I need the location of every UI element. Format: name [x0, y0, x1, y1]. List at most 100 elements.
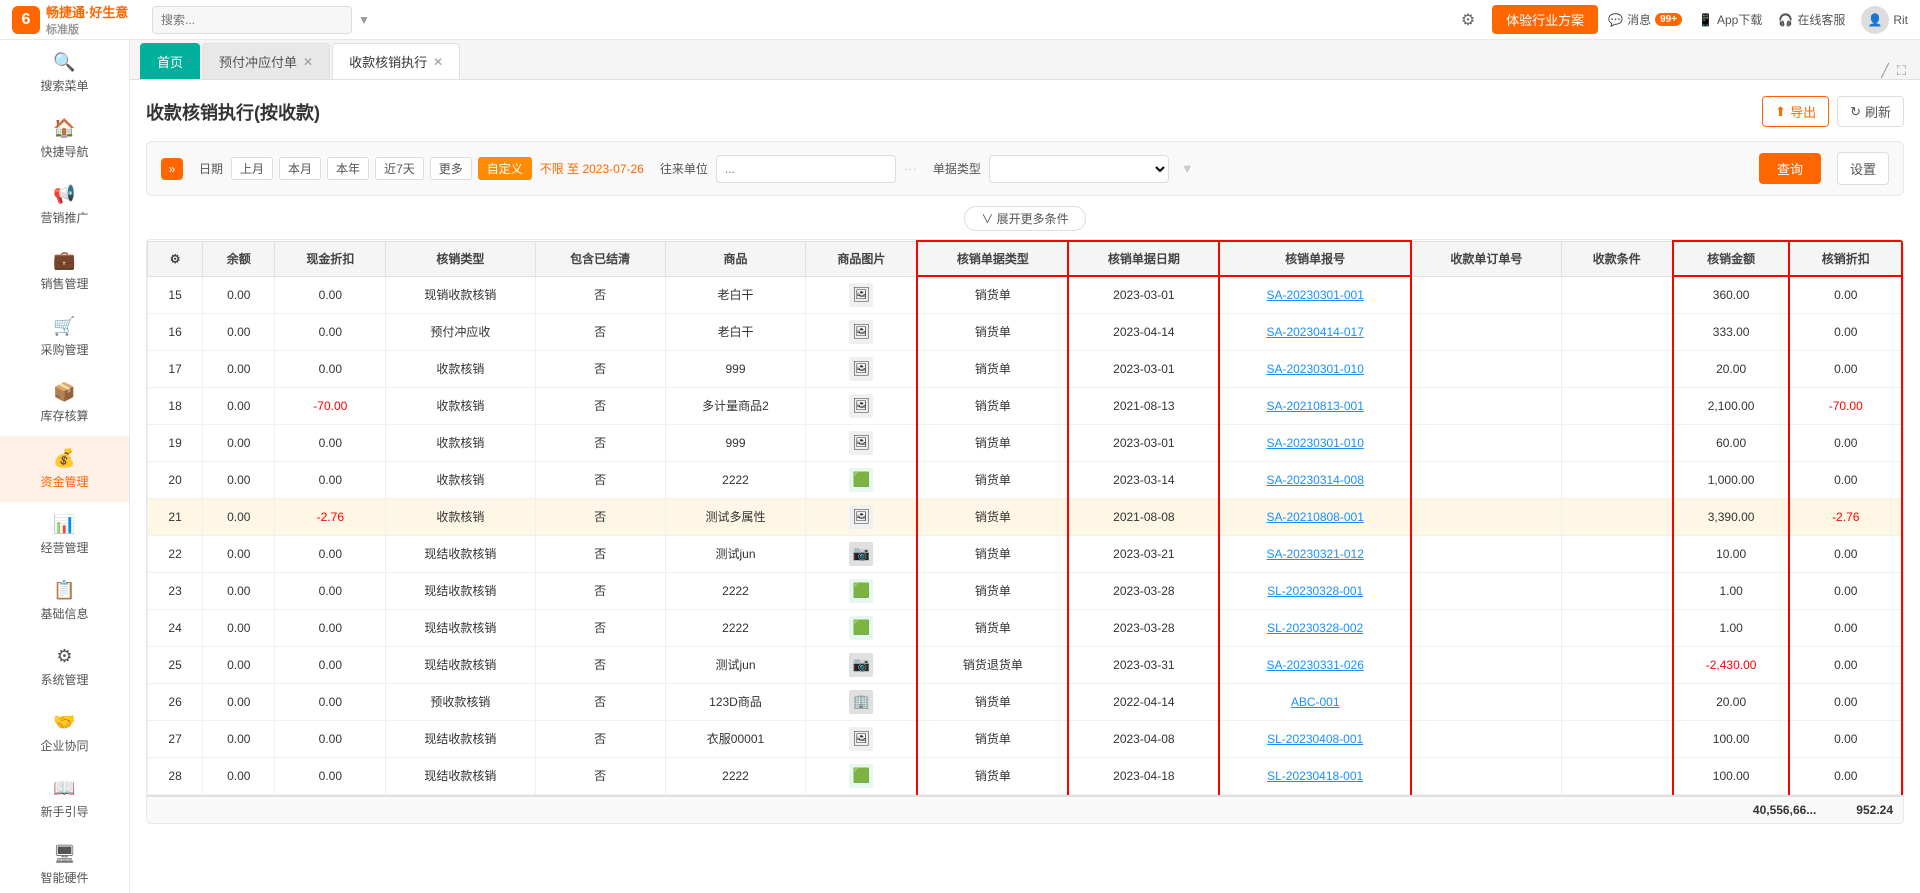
date-btn-more[interactable]: 更多	[430, 157, 472, 180]
tab-receipt[interactable]: 收款核销执行 ✕	[332, 43, 460, 79]
cell-goods-img: 🖼	[806, 387, 918, 424]
finance-icon: 💰	[53, 448, 75, 469]
gear-button[interactable]: ⚙	[1454, 6, 1482, 34]
cell-verify-type: 预收款核销	[386, 683, 535, 720]
cell-receipt-order-no	[1411, 461, 1561, 498]
table-wrap: ⚙ 余额 现金折扣 核销类型 包含已结清 商品 商品图片 核销单据类型 核销单据…	[146, 239, 1904, 824]
sidebar-label-sales: 销售管理	[40, 275, 88, 292]
cell-cash-discount: 0.00	[275, 535, 386, 572]
cell-verify-doc-no[interactable]: SA-20230314-008	[1219, 461, 1411, 498]
cell-goods-img: 📷	[806, 535, 918, 572]
cell-include-settled: 否	[535, 572, 665, 609]
sidebar-item-system[interactable]: ⚙ 系统管理	[0, 634, 129, 700]
refresh-button[interactable]: ↻ 刷新	[1837, 96, 1904, 127]
home-icon: 🏠	[53, 118, 75, 139]
cell-verify-discount: 0.00	[1789, 350, 1902, 387]
cell-include-settled: 否	[535, 424, 665, 461]
col-header-goods: 商品	[665, 241, 806, 276]
cell-id: 28	[148, 757, 203, 794]
sidebar-item-operation[interactable]: 📊 经营管理	[0, 502, 129, 568]
cell-verify-doc-no[interactable]: SL-20230328-001	[1219, 572, 1411, 609]
partner-input[interactable]	[716, 155, 896, 183]
logo-text-block: 畅捷通·好生意 标准版	[46, 2, 128, 37]
cell-verify-doc-type: 销货单	[917, 461, 1068, 498]
industry-btn[interactable]: 体验行业方案	[1492, 5, 1598, 34]
user-item[interactable]: 👤 Rit	[1861, 6, 1908, 34]
cell-verify-amount: 10.00	[1673, 535, 1790, 572]
cell-cash-discount: 0.00	[275, 350, 386, 387]
search-input[interactable]	[152, 6, 352, 34]
cell-id: 16	[148, 313, 203, 350]
sidebar-item-basic[interactable]: 📋 基础信息	[0, 568, 129, 634]
cell-verify-doc-no[interactable]: ABC-001	[1219, 683, 1411, 720]
col-header-verify-doc-no: 核销单报号	[1219, 241, 1411, 276]
cell-balance: 0.00	[203, 276, 275, 313]
cell-verify-amount: 1.00	[1673, 572, 1790, 609]
tab-home[interactable]: 首页	[140, 43, 200, 79]
cell-verify-doc-no[interactable]: SA-20230301-010	[1219, 424, 1411, 461]
sidebar-item-guide[interactable]: 📖 新手引导	[0, 766, 129, 832]
sidebar-item-hardware[interactable]: 🖥 智能硬件	[0, 832, 129, 893]
cell-id: 18	[148, 387, 203, 424]
online-service-item[interactable]: 🎧 在线客服	[1778, 11, 1845, 28]
export-button[interactable]: ⬆ 导出	[1762, 96, 1829, 127]
basic-icon: 📋	[53, 580, 75, 601]
expand-more-button[interactable]: ∨ 展开更多条件	[964, 206, 1085, 231]
cell-verify-doc-no[interactable]: SA-20230321-012	[1219, 535, 1411, 572]
cell-receipt-order-no	[1411, 276, 1561, 313]
window-expand[interactable]: ⛶	[1897, 63, 1906, 79]
settings-button[interactable]: 设置	[1837, 152, 1889, 185]
cell-verify-doc-no[interactable]: SL-20230408-001	[1219, 720, 1411, 757]
sidebar-item-search[interactable]: 🔍 搜索菜单	[0, 40, 129, 106]
cell-verify-doc-no[interactable]: SA-20230301-001	[1219, 276, 1411, 313]
sidebar-item-sales[interactable]: 💼 销售管理	[0, 238, 129, 304]
cell-receipt-order-no	[1411, 757, 1561, 794]
cell-verify-doc-no[interactable]: SA-20230301-010	[1219, 350, 1411, 387]
sidebar-item-inventory[interactable]: 📦 库存核算	[0, 370, 129, 436]
filter-expand-btn[interactable]: »	[161, 158, 183, 180]
sidebar-item-enterprise[interactable]: 🤝 企业协同	[0, 700, 129, 766]
cell-verify-doc-no[interactable]: SA-20230414-017	[1219, 313, 1411, 350]
cell-cash-discount: 0.00	[275, 609, 386, 646]
cell-receipt-order-no	[1411, 572, 1561, 609]
cell-verify-doc-date: 2023-03-01	[1068, 424, 1219, 461]
col-header-settings[interactable]: ⚙	[148, 241, 203, 276]
cell-verify-doc-no[interactable]: SL-20230328-002	[1219, 609, 1411, 646]
sidebar-item-purchase[interactable]: 🛒 采购管理	[0, 304, 129, 370]
col-header-receipt-condition: 收款条件	[1561, 241, 1673, 276]
date-btn-last-month[interactable]: 上月	[231, 157, 273, 180]
date-btn-7days[interactable]: 近7天	[375, 157, 424, 180]
message-icon-item[interactable]: 💬 消息 99+	[1608, 11, 1682, 28]
app-download-item[interactable]: 📱 App下载	[1698, 11, 1762, 28]
cell-include-settled: 否	[535, 498, 665, 535]
filter-bar: » 日期 上月 本月 本年 近7天 更多 自定义 不限 至 2023-07-26…	[146, 141, 1904, 196]
cell-receipt-condition	[1561, 572, 1673, 609]
query-button[interactable]: 查询	[1759, 153, 1821, 184]
cell-verify-doc-no[interactable]: SA-20210808-001	[1219, 498, 1411, 535]
tab-prepay-close[interactable]: ✕	[303, 55, 313, 69]
sidebar-item-shortcut[interactable]: 🏠 快捷导航	[0, 106, 129, 172]
tab-receipt-close[interactable]: ✕	[433, 55, 443, 69]
cell-balance: 0.00	[203, 646, 275, 683]
window-minimize[interactable]: ╱	[1881, 63, 1889, 79]
cell-goods: 测试jun	[665, 535, 806, 572]
search-arrow-icon[interactable]: ▼	[358, 13, 370, 27]
date-btn-this-year[interactable]: 本年	[327, 157, 369, 180]
cell-verify-type: 现结收款核销	[386, 609, 535, 646]
sidebar-item-marketing[interactable]: 📢 营销推广	[0, 172, 129, 238]
cell-verify-doc-no[interactable]: SA-20230331-026	[1219, 646, 1411, 683]
cell-balance: 0.00	[203, 757, 275, 794]
cell-verify-doc-no[interactable]: SL-20230418-001	[1219, 757, 1411, 794]
tab-prepay[interactable]: 预付冲应付单 ✕	[202, 43, 330, 79]
cell-receipt-condition	[1561, 535, 1673, 572]
sidebar-item-finance[interactable]: 💰 资金管理	[0, 436, 129, 502]
date-btn-this-month[interactable]: 本月	[279, 157, 321, 180]
voucher-type-select[interactable]	[989, 155, 1169, 183]
date-btn-custom[interactable]: 自定义	[478, 157, 532, 180]
cell-verify-type: 现结收款核销	[386, 646, 535, 683]
footer-verify-discount: 952.24	[1856, 803, 1893, 817]
cell-verify-amount: 1,000.00	[1673, 461, 1790, 498]
logo-icon: 6	[12, 6, 40, 34]
export-label: 导出	[1790, 102, 1816, 121]
cell-verify-doc-no[interactable]: SA-20210813-001	[1219, 387, 1411, 424]
